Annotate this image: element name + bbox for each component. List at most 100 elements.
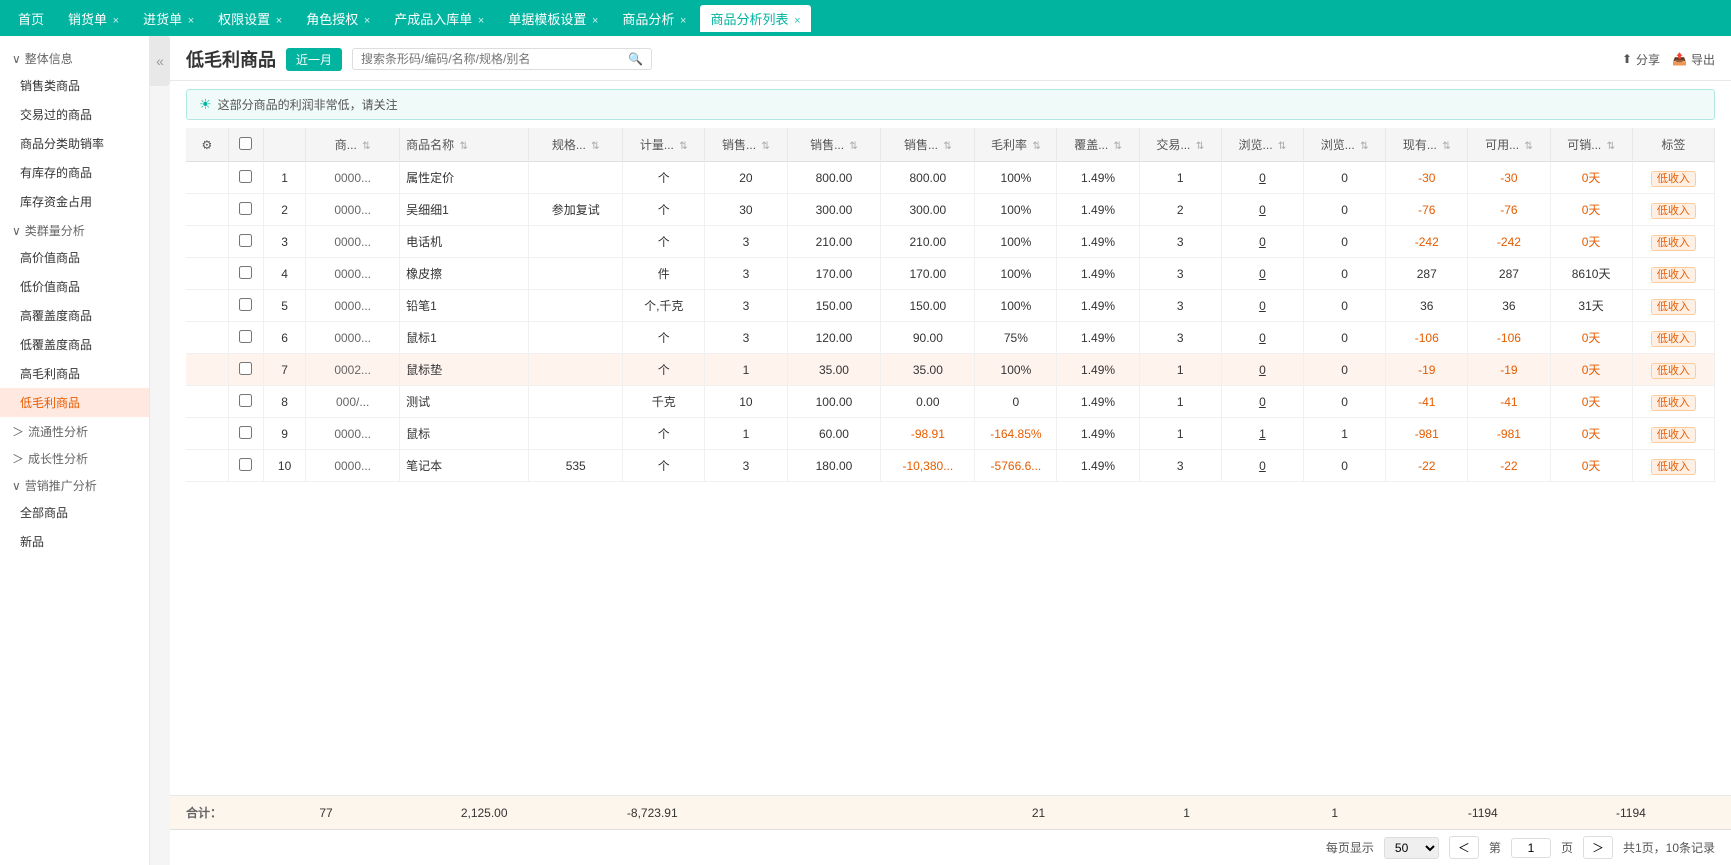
row-checkbox[interactable] [239,266,252,279]
cell-view1[interactable]: 0 [1221,354,1303,386]
row-checkbox[interactable] [239,234,252,247]
cell-name[interactable]: 鼠标1 [400,322,529,354]
col-salesprofit-header[interactable]: 销售... ⇅ [881,128,975,162]
nav-close-inbound[interactable]: × [478,15,484,27]
search-icon[interactable]: 🔍 [628,52,643,66]
sidebar-item-high-value[interactable]: 高价值商品 [0,243,149,272]
cell-view1[interactable]: 1 [1221,418,1303,450]
nav-close-analysis[interactable]: × [680,15,686,27]
row-checkbox[interactable] [239,394,252,407]
cell-checkbox[interactable] [228,354,263,386]
row-checkbox[interactable] [239,426,252,439]
sidebar-item-high-coverage[interactable]: 高覆盖度商品 [0,301,149,330]
nav-close-template[interactable]: × [592,15,598,27]
col-settings[interactable]: ⚙ [186,128,228,162]
export-button[interactable]: 📤 导出 [1672,51,1715,68]
col-spec-header[interactable]: 规格... ⇅ [529,128,623,162]
row-checkbox[interactable] [239,458,252,471]
page-number-input[interactable] [1511,838,1551,858]
sidebar-item-low-margin[interactable]: 低毛利商品 [0,388,149,417]
nav-close-role[interactable]: × [364,15,370,27]
col-trade-header[interactable]: 交易... ⇅ [1139,128,1221,162]
row-checkbox[interactable] [239,330,252,343]
sidebar-item-traded-products[interactable]: 交易过的商品 [0,100,149,129]
cell-view1[interactable]: 0 [1221,194,1303,226]
cell-view1[interactable]: 0 [1221,258,1303,290]
nav-role-auth[interactable]: 角色授权 × [296,5,380,32]
cell-name[interactable]: 鼠标 [400,418,529,450]
share-button[interactable]: ⬆ 分享 [1622,51,1660,68]
sidebar-collapse-btn[interactable]: « [150,36,170,86]
col-name-header[interactable]: 商品名称 ⇅ [400,128,529,162]
next-page-btn[interactable]: ＞ [1583,836,1613,859]
nav-purchase-order[interactable]: 进货单 × [133,5,204,32]
cell-name[interactable]: 电话机 [400,226,529,258]
nav-template-settings[interactable]: 单据模板设置 × [498,5,608,32]
cell-checkbox[interactable] [228,290,263,322]
nav-permission[interactable]: 权限设置 × [208,5,292,32]
cell-name[interactable]: 测试 [400,386,529,418]
sidebar-item-in-stock[interactable]: 有库存的商品 [0,158,149,187]
sidebar-item-stock-capital[interactable]: 库存资金占用 [0,187,149,216]
cell-view1[interactable]: 0 [1221,450,1303,482]
row-checkbox[interactable] [239,202,252,215]
cell-checkbox[interactable] [228,386,263,418]
cell-checkbox[interactable] [228,450,263,482]
cell-checkbox[interactable] [228,322,263,354]
cell-checkbox[interactable] [228,162,263,194]
date-filter-button[interactable]: 近一月 [286,48,342,71]
sidebar-group-cluster[interactable]: ∨ 类群量分析 [0,216,149,243]
row-checkbox[interactable] [239,170,252,183]
per-page-select[interactable]: 50 20 100 [1384,837,1439,859]
sidebar-group-growth[interactable]: ＞ 成长性分析 [0,444,149,471]
sidebar-item-low-coverage[interactable]: 低覆盖度商品 [0,330,149,359]
col-checkbox-header[interactable] [228,128,263,162]
sidebar-item-sales-products[interactable]: 销售类商品 [0,71,149,100]
col-salesprice-header[interactable]: 销售... ⇅ [787,128,881,162]
select-all-checkbox[interactable] [239,137,252,150]
cell-name[interactable]: 铅笔1 [400,290,529,322]
col-cover-header[interactable]: 覆盖... ⇅ [1057,128,1139,162]
cell-name[interactable]: 鼠标垫 [400,354,529,386]
nav-home[interactable]: 首页 [8,5,54,32]
col-current-header[interactable]: 现有... ⇅ [1386,128,1468,162]
nav-close-purchase[interactable]: × [188,15,194,27]
cell-name[interactable]: 笔记本 [400,450,529,482]
cell-checkbox[interactable] [228,226,263,258]
sidebar-item-new-products[interactable]: 新品 [0,527,149,556]
sidebar-group-overall[interactable]: ∨ 整体信息 [0,44,149,71]
cell-checkbox[interactable] [228,194,263,226]
nav-product-analysis[interactable]: 商品分析 × [612,5,696,32]
sidebar-item-high-margin[interactable]: 高毛利商品 [0,359,149,388]
sidebar-group-circulation[interactable]: ＞ 流通性分析 [0,417,149,444]
search-input[interactable] [361,52,622,66]
nav-close-permission[interactable]: × [276,15,282,27]
col-code-header[interactable]: 商... ⇅ [306,128,400,162]
col-view2-header[interactable]: 浏览... ⇅ [1304,128,1386,162]
cell-name[interactable]: 吴细细1 [400,194,529,226]
nav-product-analysis-list[interactable]: 商品分析列表 × [700,5,810,32]
nav-sales-order[interactable]: 销货单 × [58,5,129,32]
sidebar-item-all-products[interactable]: 全部商品 [0,498,149,527]
col-gross-header[interactable]: 毛利率 ⇅ [975,128,1057,162]
row-checkbox[interactable] [239,298,252,311]
row-checkbox[interactable] [239,362,252,375]
sidebar-item-low-value[interactable]: 低价值商品 [0,272,149,301]
sidebar-item-category-rate[interactable]: 商品分类助销率 [0,129,149,158]
col-sellable-header[interactable]: 可销... ⇅ [1550,128,1632,162]
col-view1-header[interactable]: 浏览... ⇅ [1221,128,1303,162]
col-available-header[interactable]: 可用... ⇅ [1468,128,1550,162]
cell-name[interactable]: 属性定价 [400,162,529,194]
nav-product-inbound[interactable]: 产成品入库单 × [384,5,494,32]
cell-view1[interactable]: 0 [1221,162,1303,194]
prev-page-btn[interactable]: ＜ [1449,836,1479,859]
cell-checkbox[interactable] [228,258,263,290]
nav-close-analysis-list[interactable]: × [794,15,800,27]
cell-checkbox[interactable] [228,418,263,450]
col-salesqty-header[interactable]: 销售... ⇅ [705,128,787,162]
cell-view1[interactable]: 0 [1221,322,1303,354]
cell-view1[interactable]: 0 [1221,386,1303,418]
cell-view1[interactable]: 0 [1221,290,1303,322]
col-unit-header[interactable]: 计量... ⇅ [623,128,705,162]
cell-view1[interactable]: 0 [1221,226,1303,258]
